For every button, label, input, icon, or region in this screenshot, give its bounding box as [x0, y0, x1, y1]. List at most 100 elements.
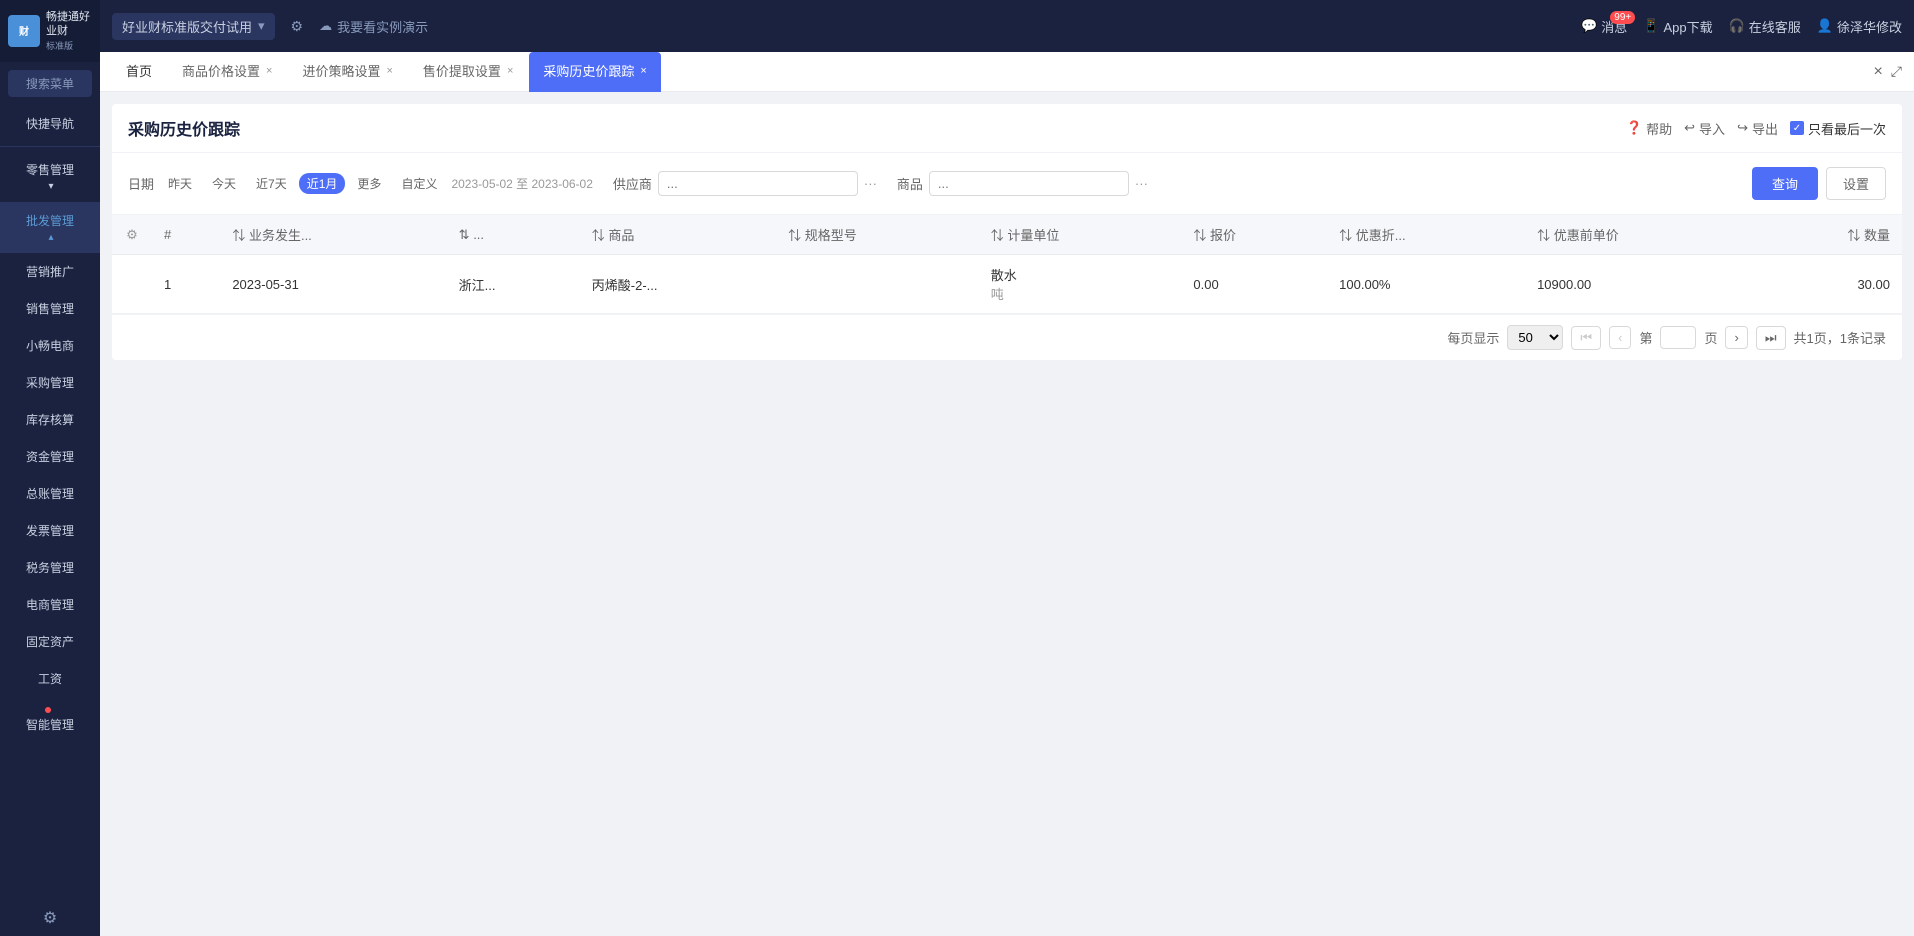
help-button[interactable]: ❓ 帮助 — [1626, 119, 1672, 138]
messages-badge: 99+ — [1610, 11, 1635, 24]
import-button[interactable]: ↩ 导入 — [1684, 119, 1725, 138]
topbar: 好业财标准版交付试用 ▾ ⚙ ☁ 我要看实例演示 💬 消息 99+ 📱 App下… — [100, 0, 1914, 52]
date-option-yesterday[interactable]: 昨天 — [160, 173, 200, 194]
page-next-button[interactable]: › — [1725, 326, 1747, 349]
version-selector[interactable]: 好业财标准版交付试用 ▾ — [112, 13, 275, 40]
goods-filter-label: 商品 — [897, 174, 923, 193]
sidebar-settings-button[interactable]: ⚙ — [43, 908, 57, 928]
sidebar-item-ledger[interactable]: 总账管理 — [0, 475, 100, 512]
user-icon: 👤 — [1817, 18, 1833, 34]
page-first-button[interactable]: ⏮ — [1571, 326, 1601, 350]
topbar-right: 💬 消息 99+ 📱 App下载 🎧 在线客服 👤 徐泽华修改 — [1581, 17, 1902, 36]
sidebar-item-purchase[interactable]: 采购管理 — [0, 364, 100, 401]
tab-price-label: 商品价格设置 — [182, 61, 260, 80]
table-row: 1 2023-05-31 浙江... 丙烯酸-2-... 散水吨 0.00 10… — [112, 255, 1902, 314]
page-prev-button[interactable]: ‹ — [1609, 326, 1631, 349]
col-header-settings[interactable]: ⚙ — [112, 215, 152, 255]
tab-purchase-history[interactable]: 采购历史价跟踪 × — [529, 52, 660, 92]
sidebar-item-ecommerce-small[interactable]: 小畅电商 — [0, 327, 100, 364]
per-page-select[interactable]: 50 100 — [1507, 325, 1563, 350]
supplier-filter-label: 供应商 — [613, 174, 652, 193]
col-header-date[interactable]: ⇅ 业务发生... — [220, 215, 446, 255]
version-label: 好业财标准版交付试用 — [122, 17, 252, 36]
col-header-spec[interactable]: ⇅ 规格型号 — [776, 215, 979, 255]
tab-price-close-icon[interactable]: × — [266, 65, 272, 77]
tab-price-settings[interactable]: 商品价格设置 × — [168, 52, 286, 92]
tab-sale-close-icon[interactable]: × — [507, 65, 513, 77]
pagination: 每页显示 50 100 ⏮ ‹ 第 1 页 › ⏭ 共1页，1条记录 — [112, 314, 1902, 360]
page-last-button[interactable]: ⏭ — [1756, 326, 1786, 350]
sidebar-item-inventory[interactable]: 库存核算 — [0, 401, 100, 438]
cloud-icon: ☁ — [319, 18, 332, 34]
filter-settings-button[interactable]: 设置 — [1826, 167, 1886, 200]
sidebar-item-smart-mgmt[interactable]: 智能管理 — [0, 697, 100, 743]
page-header-actions: ❓ 帮助 ↩ 导入 ↪ 导出 只看最后一次 — [1626, 119, 1886, 138]
per-page-label: 每页显示 — [1447, 328, 1499, 347]
tab-pricing-close-icon[interactable]: × — [386, 65, 392, 77]
app-version: 标准版 — [46, 39, 92, 52]
supplier-filter-input[interactable] — [658, 171, 858, 196]
sidebar-item-wholesale[interactable]: 批发管理▴ — [0, 202, 100, 253]
goods-filter-input[interactable] — [929, 171, 1129, 196]
sidebar-item-tax[interactable]: 税务管理 — [0, 549, 100, 586]
goods-more-icon[interactable]: ··· — [1135, 176, 1148, 191]
sidebar-item-retail[interactable]: 零售管理▾ — [0, 151, 100, 202]
col-header-unit[interactable]: ⇅ 计量单位 — [979, 215, 1182, 255]
export-button[interactable]: ↪ 导出 — [1737, 119, 1778, 138]
app-download-button[interactable]: 📱 App下载 — [1643, 17, 1712, 36]
filter-row: 日期 昨天 今天 近7天 近1月 更多 自定义 2023-05-02 至 202… — [128, 167, 1886, 200]
tab-pricing-strategy[interactable]: 进价策略设置 × — [288, 52, 406, 92]
tabbar-close-button[interactable]: × — [1873, 63, 1882, 81]
tab-home[interactable]: 首页 — [112, 52, 166, 92]
sidebar-item-finance[interactable]: 资金管理 — [0, 438, 100, 475]
date-option-custom[interactable]: 自定义 — [393, 173, 445, 194]
col-header-price[interactable]: ⇅ 报价 — [1181, 215, 1327, 255]
sidebar-item-fixed-assets[interactable]: 固定资产 — [0, 623, 100, 660]
date-option-more[interactable]: 更多 — [349, 173, 389, 194]
app-logo-icon: 财 — [8, 15, 40, 47]
sidebar-item-quick-nav[interactable]: 快捷导航 — [0, 105, 100, 142]
cell-index: 1 — [152, 255, 220, 314]
date-option-today[interactable]: 今天 — [204, 173, 244, 194]
col-header-more1[interactable]: ⇅ ... — [447, 215, 580, 255]
demo-link[interactable]: ☁ 我要看实例演示 — [319, 17, 428, 36]
import-icon: ↩ — [1684, 120, 1695, 136]
col-header-goods[interactable]: ⇅ 商品 — [580, 215, 776, 255]
tabbar-expand-button[interactable]: ⤢ — [1891, 63, 1902, 80]
date-option-1month[interactable]: 近1月 — [299, 173, 346, 194]
query-button[interactable]: 查询 — [1752, 167, 1818, 200]
cell-more1: 浙江... — [447, 255, 580, 314]
col-header-original-price[interactable]: ⇅ 优惠前单价 — [1525, 215, 1756, 255]
headset-icon: 🎧 — [1729, 18, 1745, 34]
supplier-more-icon[interactable]: ··· — [864, 176, 877, 191]
page-number-input[interactable]: 1 — [1660, 326, 1696, 349]
phone-icon: 📱 — [1643, 18, 1659, 34]
tab-purchase-close-icon[interactable]: × — [640, 65, 646, 77]
topbar-settings-icon[interactable]: ⚙ — [291, 18, 304, 35]
date-options: 昨天 今天 近7天 近1月 更多 自定义 — [160, 173, 445, 194]
search-menu-button[interactable]: 搜索菜单 — [8, 70, 92, 97]
sidebar-item-payroll[interactable]: 工资 — [0, 660, 100, 697]
tab-sale-price[interactable]: 售价提取设置 × — [409, 52, 527, 92]
sidebar-item-invoice[interactable]: 发票管理 — [0, 512, 100, 549]
total-info: 共1页，1条记录 — [1794, 328, 1886, 347]
cell-original-price: 10900.00 — [1525, 255, 1756, 314]
sidebar-item-marketing[interactable]: 营销推广 — [0, 253, 100, 290]
sidebar-logo: 财 畅捷通好业财 标准版 — [0, 0, 100, 62]
sidebar-item-sales[interactable]: 销售管理 — [0, 290, 100, 327]
data-table: ⚙ # ⇅ 业务发生... ⇅ ... ⇅ 商品 ⇅ 规格型号 ⇅ 计量单位 ⇅… — [112, 215, 1902, 314]
only-last-checkbox[interactable] — [1790, 121, 1804, 135]
col-header-quantity[interactable]: ⇅ 数量 — [1756, 215, 1902, 255]
sidebar-search-area: 搜索菜单 — [0, 62, 100, 105]
date-option-7days[interactable]: 近7天 — [248, 173, 295, 194]
table-container: ⚙ # ⇅ 业务发生... ⇅ ... ⇅ 商品 ⇅ 规格型号 ⇅ 计量单位 ⇅… — [112, 215, 1902, 360]
col-header-discount[interactable]: ⇅ 优惠折... — [1327, 215, 1525, 255]
only-last-checkbox-label[interactable]: 只看最后一次 — [1790, 119, 1886, 138]
online-service-button[interactable]: 🎧 在线客服 — [1729, 17, 1801, 36]
tab-pricing-label: 进价策略设置 — [302, 61, 380, 80]
gear-icon[interactable]: ⚙ — [126, 227, 138, 242]
sidebar-item-ecommerce[interactable]: 电商管理 — [0, 586, 100, 623]
sidebar: 财 畅捷通好业财 标准版 搜索菜单 快捷导航 零售管理▾ 批发管理▴ 营销推广 … — [0, 0, 100, 936]
messages-button[interactable]: 💬 消息 99+ — [1581, 17, 1627, 36]
user-menu-button[interactable]: 👤 徐泽华修改 — [1817, 17, 1902, 36]
